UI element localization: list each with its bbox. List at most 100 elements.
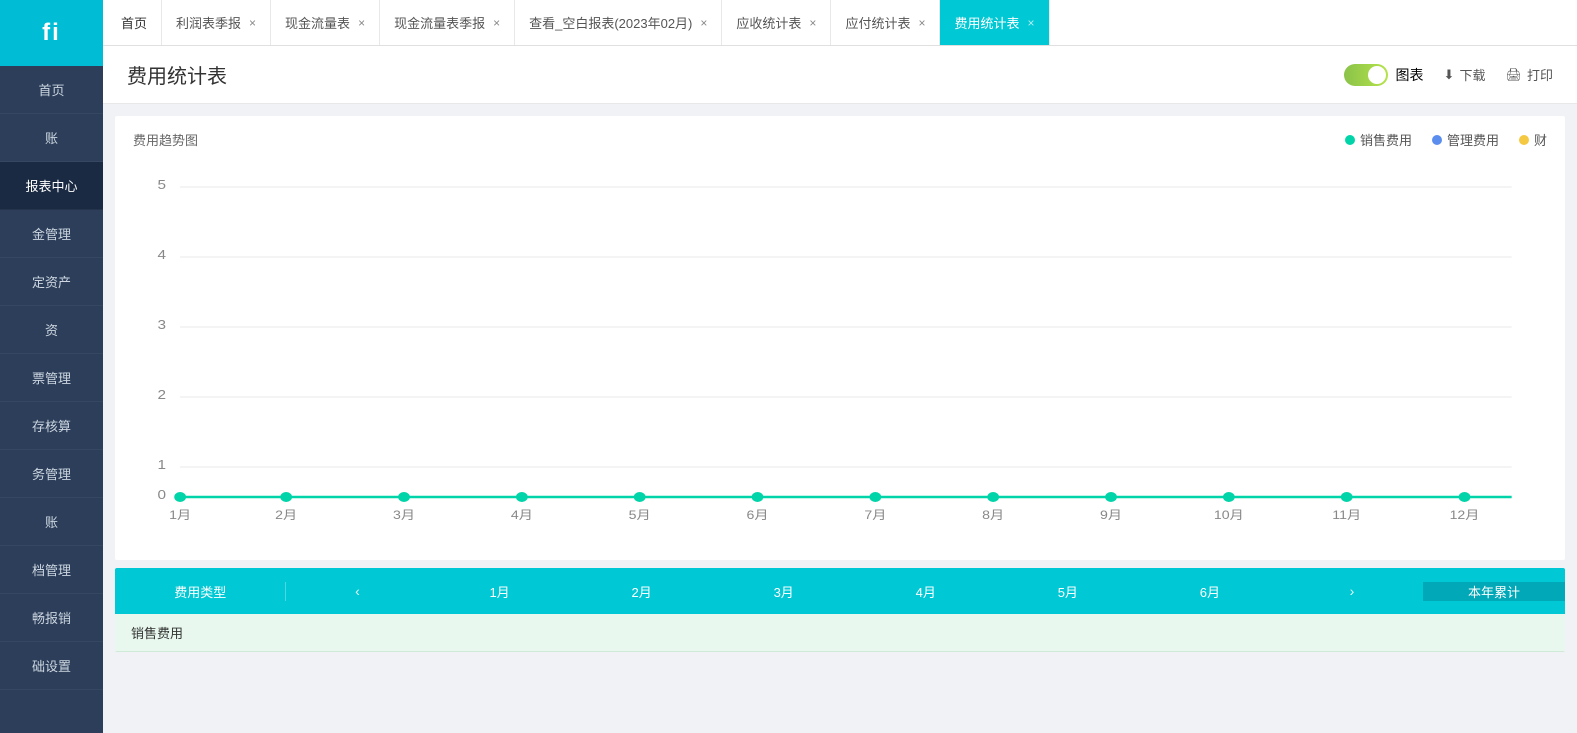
legend-label-finance: 财: [1534, 130, 1547, 149]
chart-toggle[interactable]: [1344, 64, 1388, 86]
svg-text:5: 5: [157, 178, 166, 193]
sidebar-item-account[interactable]: 账: [0, 114, 103, 162]
td-sales-m3: [718, 625, 859, 641]
svg-text:6月: 6月: [747, 508, 769, 522]
print-button[interactable]: 🖨 打印: [1505, 65, 1553, 84]
page-actions: 图表 ⬇ 下载 🖨 打印: [1344, 64, 1553, 86]
tab-payables[interactable]: 应付统计表 ×: [831, 0, 940, 45]
td-sales-annual: [1424, 625, 1565, 641]
th-label-month-1: 1月: [489, 582, 509, 601]
td-sales-m1: [436, 625, 577, 641]
main-area: 首页 利润表季报 × 现金流量表 × 现金流量表季报 × 查看_空白报表(202…: [103, 0, 1577, 733]
sidebar-item-assets[interactable]: 定资产: [0, 258, 103, 306]
svg-text:4月: 4月: [511, 508, 533, 522]
legend-sales: 销售费用: [1345, 130, 1412, 149]
th-label-month-3: 3月: [774, 582, 794, 601]
tab-close-payables[interactable]: ×: [918, 16, 925, 30]
tab-close-cashflow[interactable]: ×: [358, 16, 365, 30]
sidebar-item-reports[interactable]: 报表中心: [0, 162, 103, 210]
sidebar-item-services[interactable]: 务管理: [0, 450, 103, 498]
page-title: 费用统计表: [127, 60, 227, 89]
tab-close-profit-quarterly[interactable]: ×: [249, 16, 256, 30]
svg-text:0: 0: [157, 488, 166, 503]
svg-text:8月: 8月: [982, 508, 1004, 522]
th-month-5: 5月: [997, 582, 1139, 601]
tab-close-cashflow-quarterly[interactable]: ×: [493, 16, 500, 30]
next-month-arrow[interactable]: ›: [1350, 583, 1355, 599]
td-sales-nav: [1283, 625, 1424, 641]
th-month-6: 6月: [1139, 582, 1281, 601]
svg-text:9月: 9月: [1100, 508, 1122, 522]
td-sales-m6: [1142, 625, 1283, 641]
svg-text:11月: 11月: [1332, 508, 1361, 522]
chart-legend: 销售费用 管理费用 财: [1345, 130, 1547, 149]
sidebar-logo: fi: [0, 0, 103, 66]
legend-dot-finance: [1519, 135, 1529, 145]
tab-close-receivables[interactable]: ×: [809, 16, 816, 30]
tab-profit-quarterly[interactable]: 利润表季报 ×: [162, 0, 271, 45]
tab-blank-report[interactable]: 查看_空白报表(2023年02月) ×: [515, 0, 722, 45]
page-content: 费用统计表 图表 ⬇ 下载 🖨 打印 费用趋势图: [103, 46, 1577, 733]
table-header-row: 费用类型 ‹ 1月 2月 3月 4月 5月: [115, 568, 1565, 614]
tab-receivables[interactable]: 应收统计表 ×: [722, 0, 831, 45]
tab-cashflow[interactable]: 现金流量表 ×: [271, 0, 380, 45]
sidebar-item-inventory[interactable]: 存核算: [0, 402, 103, 450]
download-icon: ⬇: [1444, 67, 1455, 83]
table-row-sales: 销售费用: [115, 614, 1565, 652]
sidebar-item-cash[interactable]: 金管理: [0, 210, 103, 258]
svg-text:4: 4: [157, 248, 166, 263]
td-sales-m5: [1000, 625, 1141, 641]
legend-finance: 财: [1519, 130, 1547, 149]
th-month-4: 4月: [855, 582, 997, 601]
sidebar-item-archive[interactable]: 档管理: [0, 546, 103, 594]
th-next-arrow[interactable]: ›: [1281, 583, 1423, 599]
tab-close-blank-report[interactable]: ×: [700, 16, 707, 30]
th-label-month-5: 5月: [1058, 582, 1078, 601]
svg-text:10月: 10月: [1214, 508, 1244, 522]
td-sales-m2: [577, 625, 718, 641]
download-button[interactable]: ⬇ 下载: [1444, 65, 1486, 84]
sidebar-item-settings[interactable]: 础设置: [0, 642, 103, 690]
sidebar-item-tickets[interactable]: 票管理: [0, 354, 103, 402]
sidebar-item-resources[interactable]: 资: [0, 306, 103, 354]
th-label-annual-total: 本年累计: [1468, 582, 1520, 601]
svg-text:2: 2: [157, 388, 166, 403]
legend-label-sales: 销售费用: [1360, 130, 1412, 149]
td-sales-label: 销售费用: [115, 615, 295, 650]
tab-expenses[interactable]: 费用统计表 ×: [940, 0, 1049, 45]
legend-label-admin: 管理费用: [1447, 130, 1499, 149]
sidebar-item-ledger[interactable]: 账: [0, 498, 103, 546]
th-month-2: 2月: [571, 582, 713, 601]
th-month-3: 3月: [713, 582, 855, 601]
sidebar-item-home[interactable]: 首页: [0, 66, 103, 114]
th-label-month-4: 4月: [916, 582, 936, 601]
table-section: 费用类型 ‹ 1月 2月 3月 4月 5月: [115, 568, 1565, 652]
th-prev-arrow[interactable]: ‹: [286, 583, 428, 599]
td-sales-m4: [859, 625, 1000, 641]
chart-toggle-label: 图表: [1396, 65, 1424, 85]
td-sales-empty: [295, 625, 436, 641]
svg-text:1: 1: [157, 458, 166, 473]
sidebar: fi 首页 账 报表中心 金管理 定资产 资 票管理 存核算 务管理 账 档管理…: [0, 0, 103, 733]
svg-text:12月: 12月: [1450, 508, 1480, 522]
print-icon: 🖨: [1505, 67, 1522, 83]
chart-title: 费用趋势图: [133, 130, 198, 149]
prev-month-arrow[interactable]: ‹: [355, 583, 360, 599]
tab-home[interactable]: 首页: [107, 0, 162, 45]
th-label-expense-type: 费用类型: [174, 582, 226, 601]
chart-container: 费用趋势图 销售费用 管理费用 财: [115, 116, 1565, 560]
page-header: 费用统计表 图表 ⬇ 下载 🖨 打印: [103, 46, 1577, 104]
tab-cashflow-quarterly[interactable]: 现金流量表季报 ×: [380, 0, 515, 45]
chart-header: 费用趋势图 销售费用 管理费用 财: [133, 130, 1547, 149]
th-label-month-6: 6月: [1200, 582, 1220, 601]
sidebar-item-expense[interactable]: 畅报销: [0, 594, 103, 642]
legend-dot-sales: [1345, 135, 1355, 145]
svg-text:3: 3: [157, 318, 166, 333]
svg-text:1月: 1月: [169, 508, 191, 522]
chart-toggle-wrap: 图表: [1344, 64, 1424, 86]
legend-admin: 管理费用: [1432, 130, 1499, 149]
svg-text:2月: 2月: [275, 508, 297, 522]
tab-close-expenses[interactable]: ×: [1027, 16, 1034, 30]
th-annual-total: 本年累计: [1423, 582, 1565, 601]
tab-bar: 首页 利润表季报 × 现金流量表 × 现金流量表季报 × 查看_空白报表(202…: [103, 0, 1577, 46]
